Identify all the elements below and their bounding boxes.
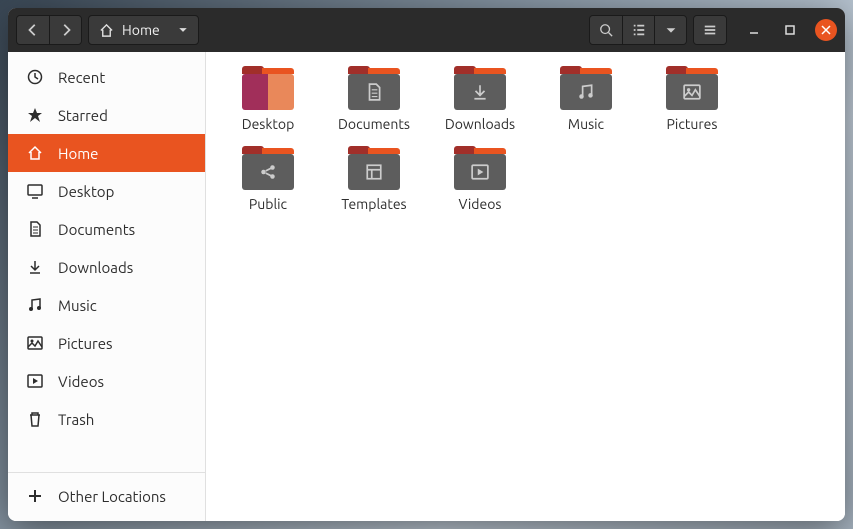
- sidebar-item-label: Desktop: [58, 183, 114, 200]
- folder-icon: [454, 66, 506, 110]
- sidebar-item-videos[interactable]: Videos: [8, 362, 205, 400]
- sidebar-item-label: Videos: [58, 373, 104, 390]
- folder-videos[interactable]: Videos: [440, 146, 520, 212]
- home-icon: [26, 145, 44, 161]
- hamburger-group: [693, 15, 727, 45]
- music-icon: [26, 297, 44, 313]
- folder-downloads[interactable]: Downloads: [440, 66, 520, 132]
- sidebar-item-label: Recent: [58, 69, 105, 86]
- desktop-icon: [26, 183, 44, 199]
- folder-icon: [242, 66, 294, 110]
- search-button[interactable]: [590, 16, 622, 44]
- folder-label: Public: [249, 196, 287, 212]
- toolbar-right-group: [589, 15, 687, 45]
- folder-label: Downloads: [445, 116, 515, 132]
- maximize-icon: [785, 25, 795, 35]
- pictures-icon: [26, 335, 44, 351]
- sidebar-item-trash[interactable]: Trash: [8, 400, 205, 438]
- sidebar-item-music[interactable]: Music: [8, 286, 205, 324]
- folder-documents[interactable]: Documents: [334, 66, 414, 132]
- folder-pictures[interactable]: Pictures: [652, 66, 732, 132]
- plus-icon: [26, 488, 44, 504]
- view-options-dropdown[interactable]: [654, 16, 686, 44]
- caret-down-icon: [178, 25, 188, 35]
- sidebar-item-starred[interactable]: Starred: [8, 96, 205, 134]
- sidebar-item-home[interactable]: Home: [8, 134, 205, 172]
- back-button[interactable]: [17, 16, 49, 44]
- maximize-button[interactable]: [779, 19, 801, 41]
- caret-down-icon: [664, 23, 678, 37]
- folder-label: Music: [568, 116, 604, 132]
- downloads-icon: [26, 259, 44, 275]
- chevron-right-icon: [59, 23, 73, 37]
- sidebar-item-label: Trash: [58, 411, 94, 428]
- sidebar-item-desktop[interactable]: Desktop: [8, 172, 205, 210]
- folder-icon: [560, 66, 612, 110]
- sidebar-item-label: Downloads: [58, 259, 133, 276]
- titlebar: Home: [8, 8, 845, 52]
- path-label: Home: [122, 22, 160, 38]
- folder-public[interactable]: Public: [228, 146, 308, 212]
- list-view-icon: [632, 23, 646, 37]
- window-controls: [743, 19, 837, 41]
- view-list-button[interactable]: [622, 16, 654, 44]
- folder-icon: [242, 146, 294, 190]
- sidebar-item-documents[interactable]: Documents: [8, 210, 205, 248]
- star-icon: [26, 107, 44, 123]
- folder-desktop[interactable]: Desktop: [228, 66, 308, 132]
- minimize-icon: [749, 25, 759, 35]
- sidebar-item-pictures[interactable]: Pictures: [8, 324, 205, 362]
- trash-icon: [26, 411, 44, 427]
- folder-templates[interactable]: Templates: [334, 146, 414, 212]
- sidebar-item-label: Home: [58, 145, 98, 162]
- folder-icon: [348, 66, 400, 110]
- sidebar-item-recent[interactable]: Recent: [8, 58, 205, 96]
- sidebar-item-label: Other Locations: [58, 488, 166, 505]
- close-button[interactable]: [815, 19, 837, 41]
- sidebar-item-label: Pictures: [58, 335, 113, 352]
- file-manager-window: Home: [8, 8, 845, 521]
- path-bar[interactable]: Home: [88, 15, 199, 45]
- sidebar-item-label: Music: [58, 297, 97, 314]
- forward-button[interactable]: [49, 16, 81, 44]
- folder-label: Pictures: [667, 116, 718, 132]
- sidebar-item-downloads[interactable]: Downloads: [8, 248, 205, 286]
- sidebar-item-other-locations[interactable]: Other Locations: [8, 477, 205, 515]
- documents-icon: [26, 221, 44, 237]
- home-icon: [99, 23, 114, 38]
- sidebar-item-label: Starred: [58, 107, 108, 124]
- folder-music[interactable]: Music: [546, 66, 626, 132]
- close-icon: [821, 25, 831, 35]
- folder-label: Desktop: [242, 116, 295, 132]
- minimize-button[interactable]: [743, 19, 765, 41]
- hamburger-menu-button[interactable]: [694, 16, 726, 44]
- folder-icon: [348, 146, 400, 190]
- folder-label: Videos: [459, 196, 502, 212]
- folder-label: Templates: [341, 196, 406, 212]
- hamburger-icon: [703, 23, 717, 37]
- content-area[interactable]: Desktop Documents Downloads Music Pictures Pu…: [206, 52, 845, 521]
- chevron-left-icon: [26, 23, 40, 37]
- videos-icon: [26, 373, 44, 389]
- folder-icon: [666, 66, 718, 110]
- sidebar-item-label: Documents: [58, 221, 135, 238]
- search-icon: [599, 23, 613, 37]
- clock-icon: [26, 69, 44, 85]
- folder-label: Documents: [338, 116, 410, 132]
- nav-back-forward: [16, 15, 82, 45]
- sidebar: Recent Starred Home Desktop Documents Downloa…: [8, 52, 206, 521]
- folder-icon: [454, 146, 506, 190]
